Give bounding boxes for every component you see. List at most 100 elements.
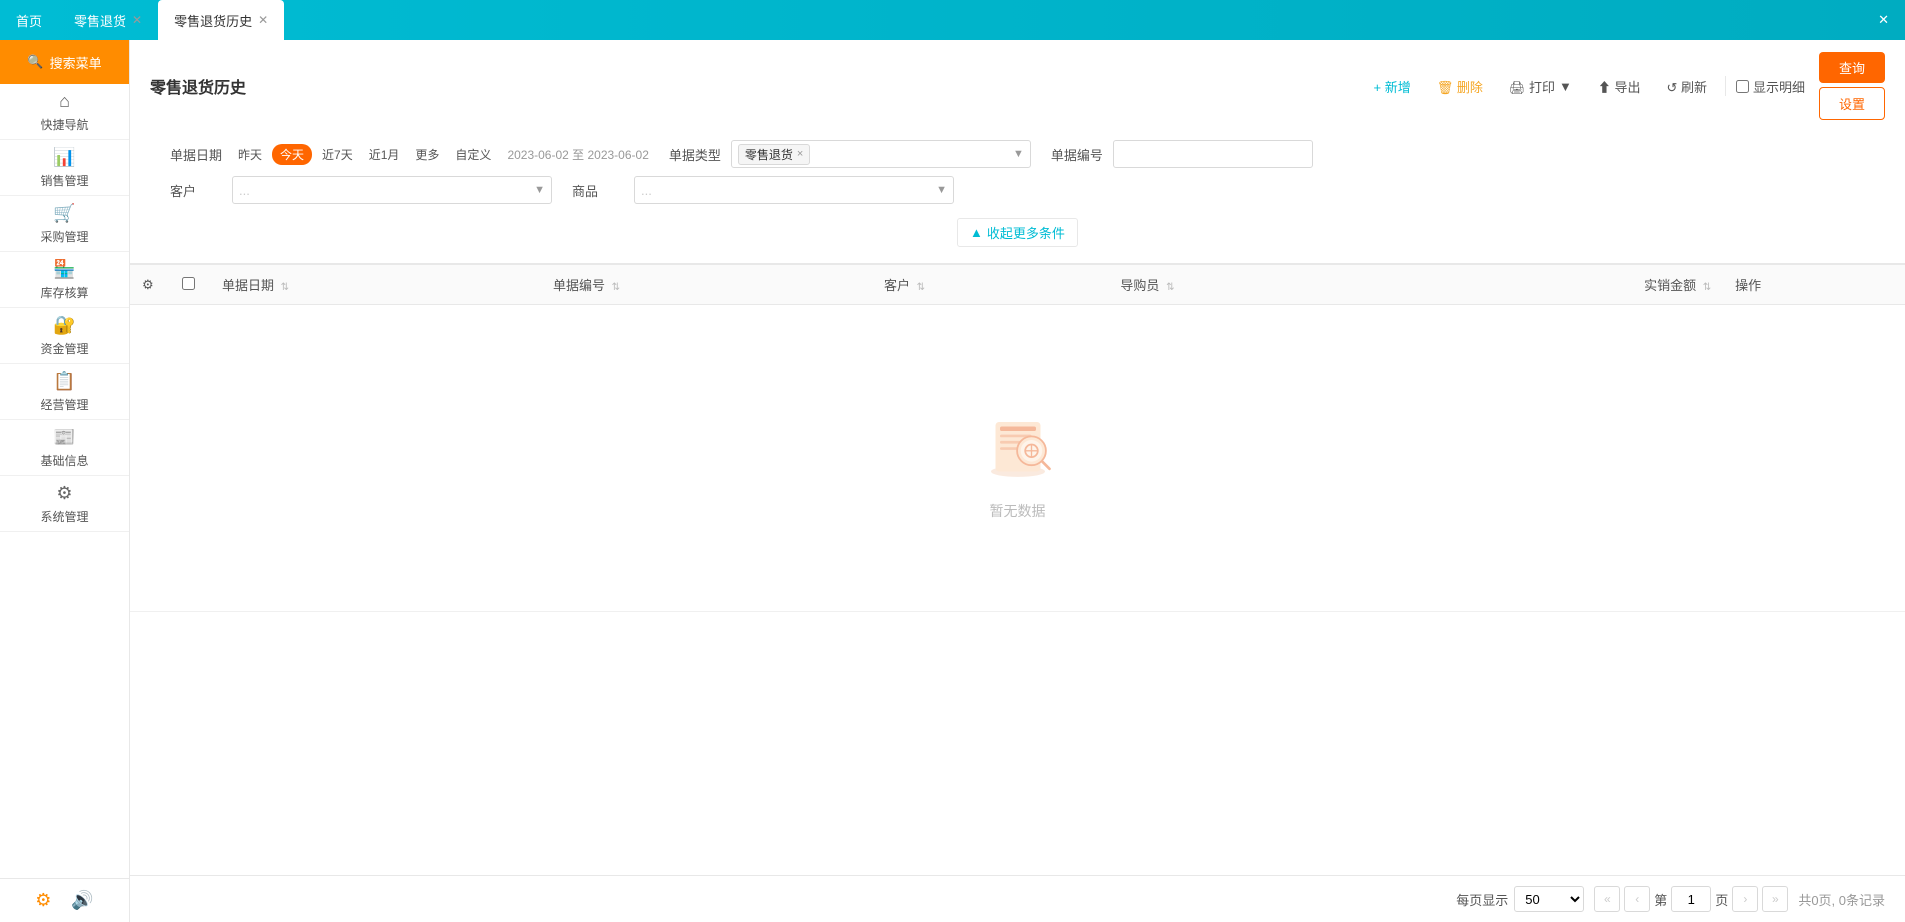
customer-select[interactable]: ... ▼ [232, 176, 552, 204]
empty-illustration [973, 395, 1063, 485]
audio-bottom-icon[interactable]: 🔊 [71, 890, 93, 911]
table-header: ⚙ 单据日期 ⇅ 单据编号 ⇅ [130, 265, 1905, 305]
doc-type-remove[interactable]: × [797, 148, 803, 160]
col-guide-label: 导购员 [1120, 278, 1159, 293]
filter-doc-type: 单据类型 零售退货 × ▼ [669, 140, 1031, 168]
query-button[interactable]: 查询 [1819, 52, 1885, 83]
page-unit: 页 [1715, 890, 1728, 909]
doc-type-select[interactable]: 零售退货 × ▼ [731, 140, 1031, 168]
date-btn-custom[interactable]: 自定义 [449, 144, 497, 165]
col-doc-date: 单据日期 ⇅ [210, 265, 541, 305]
tab-bar: 首页 零售退货 ✕ 零售退货历史 ✕ [0, 0, 1878, 40]
first-page-button[interactable]: « [1594, 886, 1620, 912]
date-btn-7days[interactable]: 近7天 [316, 144, 359, 165]
sidebar-item-label-quick-nav: 快捷导航 [40, 116, 88, 133]
col-actions: 操作 [1723, 265, 1905, 305]
prev-page-button[interactable]: ‹ [1624, 886, 1650, 912]
per-page-label: 每页显示 [1456, 890, 1508, 909]
collapse-row: ▲ 收起更多条件 [170, 212, 1865, 253]
date-btn-yesterday[interactable]: 昨天 [232, 144, 268, 165]
total-info: 共0页, 0条记录 [1798, 890, 1885, 909]
tab-retail-return[interactable]: 零售退货 ✕ [58, 0, 158, 40]
filter-row-1: 单据日期 昨天 今天 近7天 近1月 更多 自定义 2023-06-02 至 2… [170, 140, 1865, 168]
col-amount-sort-icon[interactable]: ⇅ [1703, 282, 1711, 293]
col-customer: 客户 ⇅ [872, 265, 1108, 305]
filter-date: 单据日期 昨天 今天 近7天 近1月 更多 自定义 2023-06-02 至 2… [170, 144, 649, 165]
add-button[interactable]: + 新增 [1365, 73, 1418, 100]
col-actions-label: 操作 [1735, 278, 1761, 293]
sidebar-item-system-mgmt[interactable]: ⚙ 系统管理 [0, 476, 129, 532]
show-detail-checkbox-label[interactable]: 显示明细 [1736, 77, 1805, 96]
tab-retail-return-history[interactable]: 零售退货历史 ✕ [158, 0, 284, 40]
query-label: 查询 [1839, 61, 1865, 76]
last-page-button[interactable]: » [1762, 886, 1788, 912]
top-bar-close[interactable]: ✕ [1878, 12, 1905, 28]
col-checkbox [170, 265, 210, 305]
sidebar-item-finance-mgmt[interactable]: 🔐 资金管理 [0, 308, 129, 364]
page-input[interactable] [1671, 886, 1711, 912]
col-guide-sort-icon[interactable]: ⇅ [1166, 282, 1174, 293]
show-detail-label: 显示明细 [1753, 77, 1805, 96]
print-button[interactable]: 🖨 打印 ▼ [1501, 73, 1580, 100]
tab-home[interactable]: 首页 [0, 0, 58, 40]
sidebar-search[interactable]: 🔍 搜索菜单 [0, 40, 129, 84]
doc-type-value: 零售退货 [745, 146, 793, 163]
filter-customer: 客户 ... ▼ [170, 176, 552, 204]
refresh-label: ↺ 刷新 [1666, 77, 1707, 96]
date-range-display: 2023-06-02 至 2023-06-02 [507, 146, 648, 163]
table-footer: 每页显示 50 10 20 100 « ‹ 第 页 › » 共0页, 0条记录 [130, 875, 1905, 922]
col-customer-label: 客户 [884, 278, 910, 293]
filter-goods-label: 商品 [572, 181, 628, 200]
sidebar-item-label-operations: 经营管理 [40, 396, 88, 413]
table-body: 暂无数据 [130, 305, 1905, 612]
col-customer-sort-icon[interactable]: ⇅ [917, 282, 925, 293]
layout: 🔍 搜索菜单 ⌂ 快捷导航 📊 销售管理 🛒 采购管理 🏪 库存核算 🔐 资金管… [0, 40, 1905, 922]
data-table: ⚙ 单据日期 ⇅ 单据编号 ⇅ [130, 265, 1905, 612]
refresh-button[interactable]: ↺ 刷新 [1658, 73, 1715, 100]
next-page-button[interactable]: › [1732, 886, 1758, 912]
settings-col-icon[interactable]: ⚙ [142, 277, 154, 292]
tab-retail-return-history-label: 零售退货历史 [174, 11, 252, 30]
sidebar-item-label-basic-info: 基础信息 [40, 452, 88, 469]
sidebar-item-operations-mgmt[interactable]: 📋 经营管理 [0, 364, 129, 420]
col-doc-date-sort-icon[interactable]: ⇅ [281, 282, 289, 293]
doc-type-tag: 零售退货 × [738, 144, 810, 165]
delete-label: 🗑 删除 [1437, 77, 1483, 96]
date-btn-1month[interactable]: 近1月 [363, 144, 406, 165]
empty-text: 暂无数据 [990, 501, 1046, 521]
col-guide: 导购员 ⇅ [1108, 265, 1392, 305]
date-btn-today[interactable]: 今天 [272, 144, 312, 165]
toolbar: + 新增 🗑 删除 🖨 打印 ▼ ⬆ 导出 ↺ 刷新 [1365, 52, 1885, 120]
col-amount: 实销金额 ⇅ [1392, 265, 1723, 305]
toolbar-divider [1725, 76, 1726, 96]
sidebar-item-sales-mgmt[interactable]: 📊 销售管理 [0, 140, 129, 196]
settings-bottom-icon[interactable]: ⚙ [35, 890, 51, 911]
col-doc-no-label: 单据编号 [553, 278, 605, 293]
col-doc-no-sort-icon[interactable]: ⇅ [612, 282, 620, 293]
tab-retail-return-history-close[interactable]: ✕ [258, 13, 268, 27]
sidebar-item-label-finance: 资金管理 [40, 340, 88, 357]
filter-goods: 商品 ... ▼ [572, 176, 954, 204]
goods-placeholder: ... [641, 183, 652, 198]
setting-button[interactable]: 设置 [1819, 87, 1885, 120]
sidebar-item-quick-nav[interactable]: ⌂ 快捷导航 [0, 84, 129, 140]
delete-button[interactable]: 🗑 删除 [1429, 73, 1491, 100]
sidebar-item-label-system: 系统管理 [40, 508, 88, 525]
filter-date-label: 单据日期 [170, 145, 226, 164]
per-page-dropdown[interactable]: 50 10 20 100 [1514, 886, 1584, 912]
page-header: 零售退货历史 + 新增 🗑 删除 🖨 打印 ▼ ⬆ 导出 [130, 40, 1905, 264]
tab-retail-return-close[interactable]: ✕ [132, 13, 142, 27]
collapse-button[interactable]: ▲ 收起更多条件 [957, 218, 1078, 247]
sidebar-item-purchase-mgmt[interactable]: 🛒 采购管理 [0, 196, 129, 252]
date-btn-more[interactable]: 更多 [409, 144, 445, 165]
select-all-checkbox[interactable] [182, 277, 195, 290]
sidebar-item-basic-info[interactable]: 📰 基础信息 [0, 420, 129, 476]
show-detail-checkbox[interactable] [1736, 80, 1749, 93]
sidebar-item-inventory[interactable]: 🏪 库存核算 [0, 252, 129, 308]
col-amount-label: 实销金额 [1644, 278, 1696, 293]
doc-no-input[interactable] [1113, 140, 1313, 168]
export-button[interactable]: ⬆ 导出 [1590, 73, 1649, 100]
tab-retail-return-label: 零售退货 [74, 11, 126, 30]
goods-select[interactable]: ... ▼ [634, 176, 954, 204]
sidebar-bottom: ⚙ 🔊 [0, 878, 129, 922]
